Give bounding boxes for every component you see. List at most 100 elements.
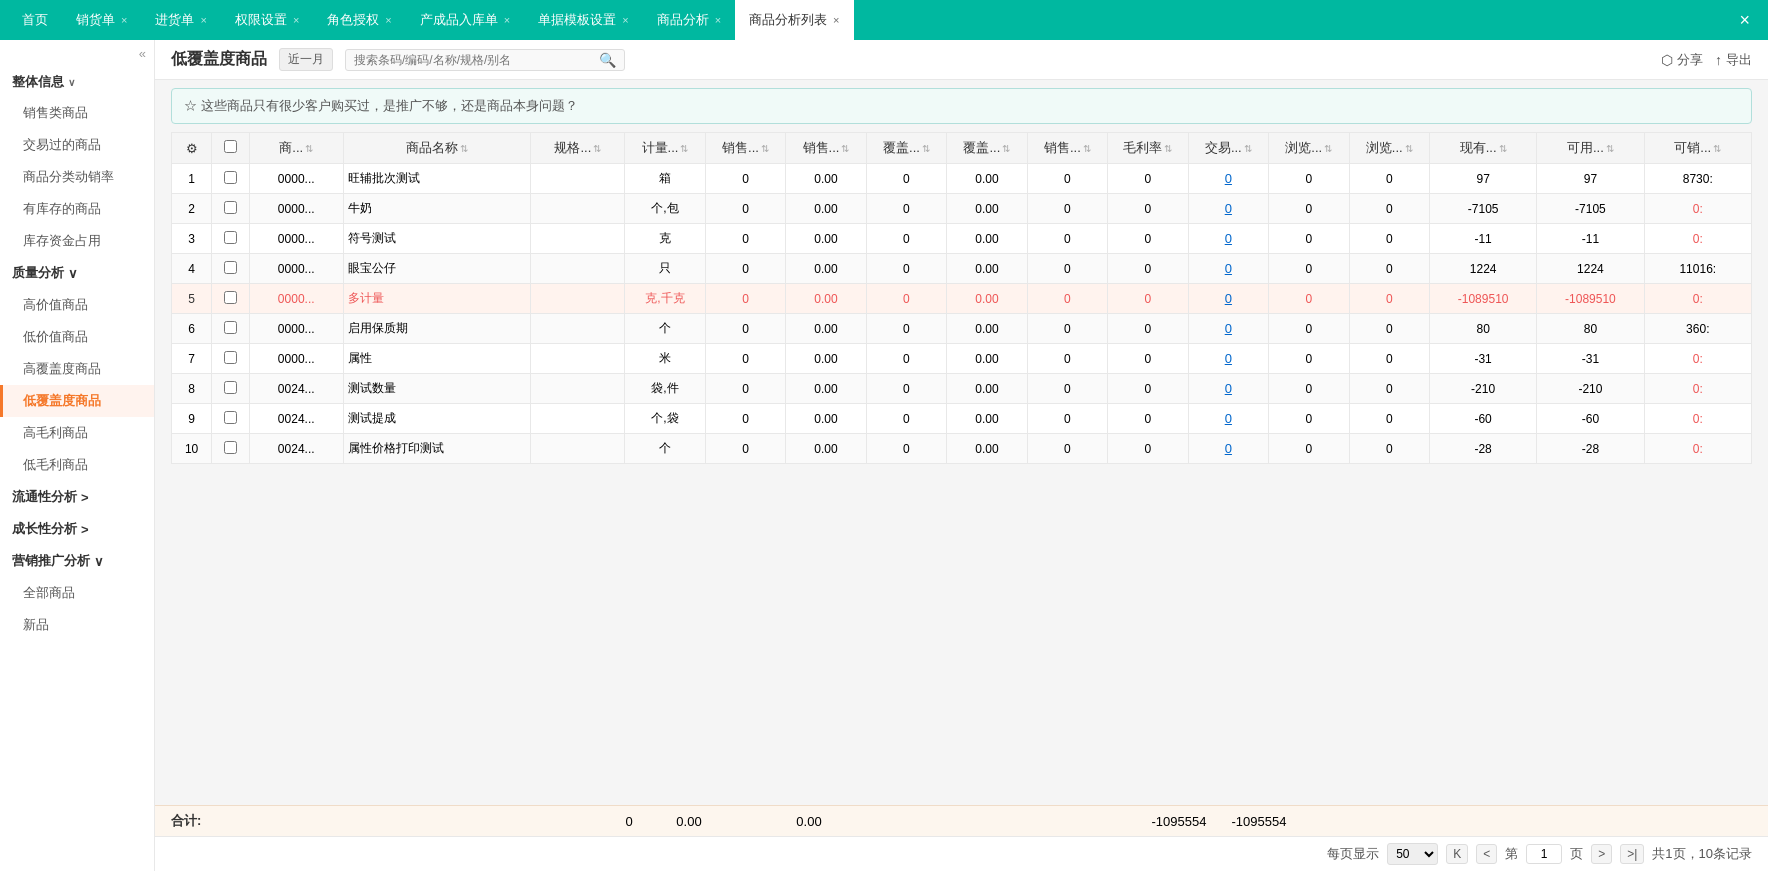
close-icon[interactable]: × bbox=[622, 14, 628, 26]
page-size-label: 每页显示 bbox=[1327, 845, 1379, 863]
product-unit: 袋,件 bbox=[625, 374, 705, 404]
close-all-button[interactable]: × bbox=[1729, 10, 1760, 31]
row-checkbox[interactable] bbox=[224, 321, 237, 334]
saleable-col-header[interactable]: 可销...⇅ bbox=[1644, 133, 1751, 164]
close-icon[interactable]: × bbox=[200, 14, 206, 26]
total-current: -1095554 bbox=[1139, 814, 1219, 829]
row-checkbox[interactable] bbox=[224, 351, 237, 364]
sidebar-item-low-margin[interactable]: 低毛利商品 bbox=[0, 449, 154, 481]
nav-product-analysis-list[interactable]: 商品分析列表 × bbox=[735, 0, 853, 40]
row-number: 4 bbox=[172, 254, 212, 284]
sidebar-group-quality-analysis[interactable]: 质量分析 ∨ bbox=[0, 257, 154, 289]
sidebar-item-category-activity[interactable]: 商品分类动销率 bbox=[0, 161, 154, 193]
sidebar-item-high-coverage[interactable]: 高覆盖度商品 bbox=[0, 353, 154, 385]
product-spec bbox=[531, 224, 625, 254]
nav-product-analysis[interactable]: 商品分析 × bbox=[643, 0, 735, 40]
settings-col-header[interactable]: ⚙ bbox=[172, 133, 212, 164]
nav-template-settings[interactable]: 单据模板设置 × bbox=[524, 0, 642, 40]
current-stock: -1089510 bbox=[1429, 284, 1536, 314]
cover2-col-header[interactable]: 覆盖...⇅ bbox=[947, 133, 1027, 164]
code-col-header[interactable]: 商...⇅ bbox=[249, 133, 343, 164]
close-icon[interactable]: × bbox=[385, 14, 391, 26]
sidebar-group-growth-analysis[interactable]: 成长性分析 > bbox=[0, 513, 154, 545]
row-checkbox[interactable] bbox=[224, 381, 237, 394]
coverage-count: 0 bbox=[866, 404, 946, 434]
sidebar-item-new-products[interactable]: 新品 bbox=[0, 609, 154, 641]
page-size-select[interactable]: 50 100 200 bbox=[1387, 843, 1438, 865]
available-stock: -210 bbox=[1537, 374, 1644, 404]
row-checkbox-cell bbox=[212, 404, 250, 434]
sales-amount: 0.00 bbox=[786, 374, 866, 404]
product-code: 0024... bbox=[249, 434, 343, 464]
time-filter-button[interactable]: 近一月 bbox=[279, 48, 333, 71]
browse1-col-header[interactable]: 浏览...⇅ bbox=[1269, 133, 1349, 164]
browse-count1: 0 bbox=[1269, 344, 1349, 374]
browse2-col-header[interactable]: 浏览...⇅ bbox=[1349, 133, 1429, 164]
close-icon[interactable]: × bbox=[715, 14, 721, 26]
nav-purchase-order[interactable]: 进货单 × bbox=[141, 0, 220, 40]
sales1-col-header[interactable]: 销售...⇅ bbox=[705, 133, 785, 164]
checkbox-col-header[interactable] bbox=[212, 133, 250, 164]
sales2-col-header[interactable]: 销售...⇅ bbox=[786, 133, 866, 164]
nav-role-auth[interactable]: 角色授权 × bbox=[313, 0, 405, 40]
nav-permission-settings[interactable]: 权限设置 × bbox=[221, 0, 313, 40]
first-page-button[interactable]: K bbox=[1446, 844, 1468, 864]
close-icon[interactable]: × bbox=[293, 14, 299, 26]
row-checkbox[interactable] bbox=[224, 411, 237, 424]
sidebar-item-sales-products[interactable]: 销售类商品 bbox=[0, 97, 154, 129]
close-icon[interactable]: × bbox=[121, 14, 127, 26]
sidebar-item-all-products[interactable]: 全部商品 bbox=[0, 577, 154, 609]
product-spec bbox=[531, 374, 625, 404]
close-icon[interactable]: × bbox=[504, 14, 510, 26]
export-button[interactable]: ↑ 导出 bbox=[1715, 51, 1752, 69]
select-all-checkbox[interactable] bbox=[224, 140, 237, 153]
prev-page-button[interactable]: < bbox=[1476, 844, 1497, 864]
available-col-header[interactable]: 可用...⇅ bbox=[1537, 133, 1644, 164]
sidebar-item-inventory-capital[interactable]: 库存资金占用 bbox=[0, 225, 154, 257]
sidebar-group-whole-info[interactable]: 整体信息 ∨ bbox=[0, 67, 154, 97]
row-checkbox[interactable] bbox=[224, 201, 237, 214]
cover1-col-header[interactable]: 覆盖...⇅ bbox=[866, 133, 946, 164]
sidebar-item-high-margin[interactable]: 高毛利商品 bbox=[0, 417, 154, 449]
coverage-rate: 0.00 bbox=[947, 194, 1027, 224]
share-button[interactable]: ⬡ 分享 bbox=[1661, 51, 1703, 69]
nav-sales-order[interactable]: 销货单 × bbox=[62, 0, 141, 40]
sidebar-group-flow-analysis[interactable]: 流通性分析 > bbox=[0, 481, 154, 513]
sidebar-collapse-button[interactable]: « bbox=[0, 40, 154, 67]
product-name: 测试提成 bbox=[343, 404, 531, 434]
row-checkbox[interactable] bbox=[224, 261, 237, 274]
table-wrapper[interactable]: ⚙ 商...⇅ 商品名称⇅ 规格...⇅ 计量...⇅ 销售...⇅ 销售...… bbox=[155, 132, 1768, 805]
nav-home[interactable]: 首页 bbox=[8, 0, 62, 40]
current-col-header[interactable]: 现有...⇅ bbox=[1429, 133, 1536, 164]
page-number-input[interactable] bbox=[1526, 844, 1562, 864]
trade-col-header[interactable]: 交易...⇅ bbox=[1188, 133, 1268, 164]
search-icon[interactable]: 🔍 bbox=[599, 52, 616, 68]
unit-col-header[interactable]: 计量...⇅ bbox=[625, 133, 705, 164]
row-checkbox[interactable] bbox=[224, 171, 237, 184]
sidebar-item-low-coverage[interactable]: 低覆盖度商品 bbox=[0, 385, 154, 417]
coverage-count: 0 bbox=[866, 374, 946, 404]
row-checkbox[interactable] bbox=[224, 441, 237, 454]
row-checkbox-cell bbox=[212, 434, 250, 464]
sales3-col-header[interactable]: 销售...⇅ bbox=[1027, 133, 1107, 164]
row-checkbox[interactable] bbox=[224, 291, 237, 304]
sidebar-item-high-value[interactable]: 高价值商品 bbox=[0, 289, 154, 321]
browse-count2: 0 bbox=[1349, 434, 1429, 464]
product-spec bbox=[531, 434, 625, 464]
sidebar-group-marketing-analysis[interactable]: 营销推广分析 ∨ bbox=[0, 545, 154, 577]
search-input[interactable] bbox=[354, 53, 595, 67]
sidebar-item-traded-products[interactable]: 交易过的商品 bbox=[0, 129, 154, 161]
product-code: 0000... bbox=[249, 254, 343, 284]
nav-product-inbound[interactable]: 产成品入库单 × bbox=[406, 0, 524, 40]
close-icon[interactable]: × bbox=[833, 14, 839, 26]
next-page-button[interactable]: > bbox=[1591, 844, 1612, 864]
sidebar-item-low-value[interactable]: 低价值商品 bbox=[0, 321, 154, 353]
row-checkbox[interactable] bbox=[224, 231, 237, 244]
coverage-rate: 0.00 bbox=[947, 284, 1027, 314]
last-page-button[interactable]: >| bbox=[1620, 844, 1644, 864]
sidebar-item-stocked-products[interactable]: 有库存的商品 bbox=[0, 193, 154, 225]
name-col-header[interactable]: 商品名称⇅ bbox=[343, 133, 531, 164]
coverage-count: 0 bbox=[866, 194, 946, 224]
gross-col-header[interactable]: 毛利率⇅ bbox=[1108, 133, 1188, 164]
spec-col-header[interactable]: 规格...⇅ bbox=[531, 133, 625, 164]
